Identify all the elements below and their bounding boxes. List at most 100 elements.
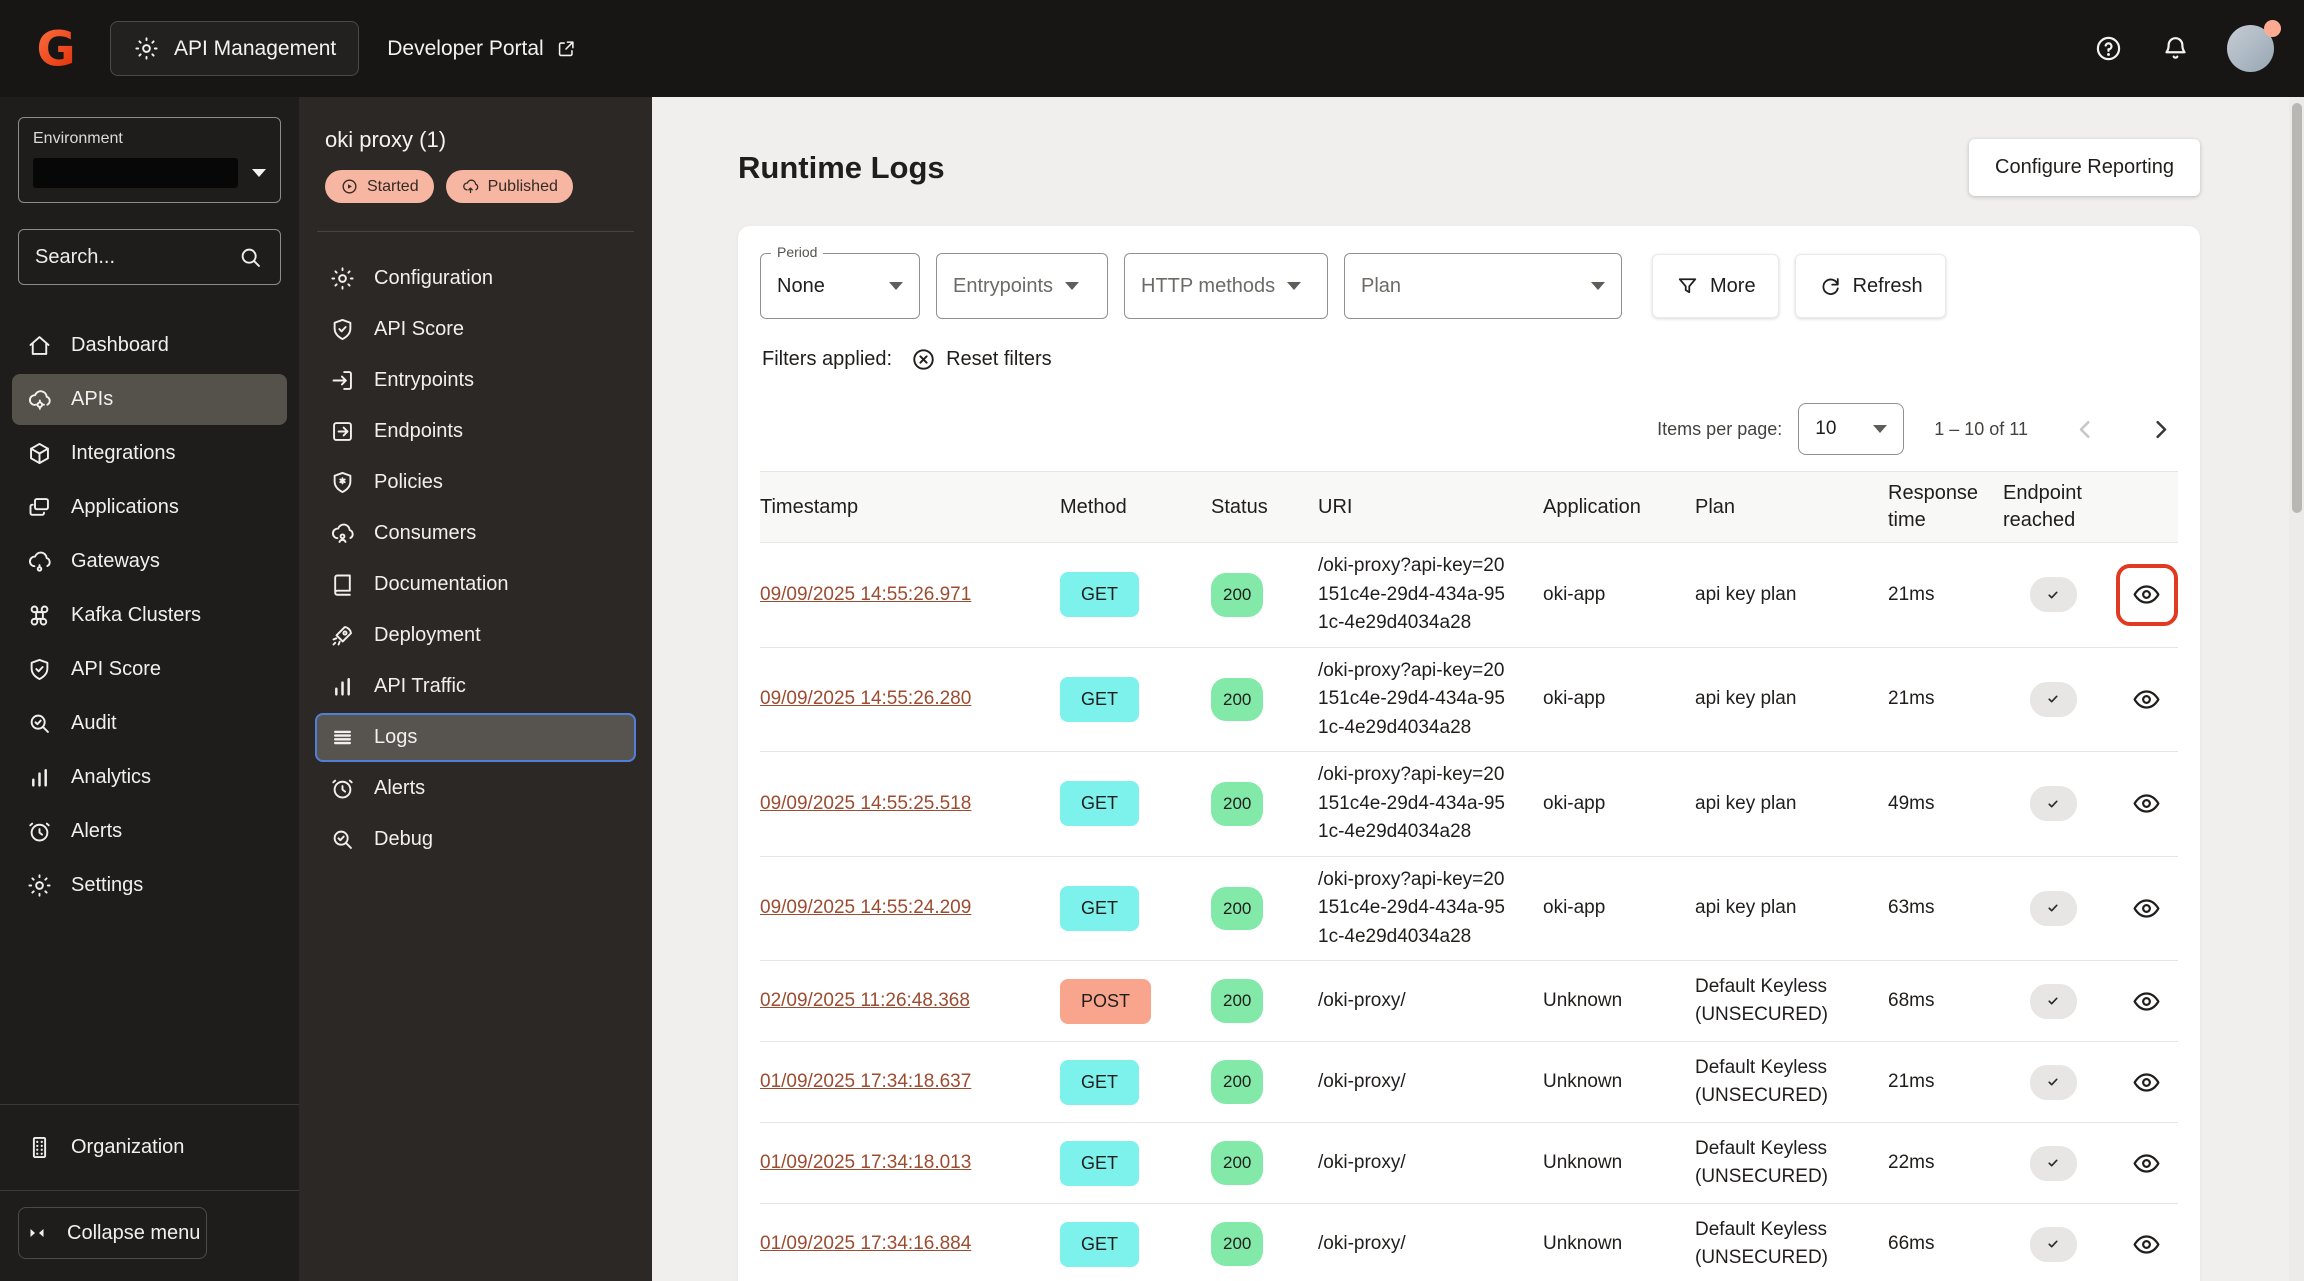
environment-select[interactable]: Environment xyxy=(18,117,281,203)
shield-star-icon xyxy=(329,469,356,496)
timestamp-link[interactable]: 01/09/2025 17:34:18.637 xyxy=(760,1071,971,1092)
check-icon xyxy=(2043,1153,2063,1173)
view-log-button[interactable] xyxy=(2116,1051,2178,1113)
sidebar-item[interactable]: API Score xyxy=(12,644,287,695)
more-filters-button[interactable]: More xyxy=(1652,254,1779,318)
sidebar-item[interactable]: Kafka Clusters xyxy=(12,590,287,641)
timestamp-link[interactable]: 09/09/2025 14:55:25.518 xyxy=(760,793,971,814)
main-content: Runtime Logs Configure Reporting Period … xyxy=(652,97,2304,1281)
http-methods-filter[interactable]: HTTP methods xyxy=(1124,253,1328,319)
uri-cell: /oki-proxy/ xyxy=(1318,1230,1523,1259)
avatar[interactable] xyxy=(2227,25,2274,72)
items-per-page-label: Items per page: xyxy=(1657,419,1782,440)
filter-bar: Period None Entrypoints HTTP methods Pla… xyxy=(760,253,2178,319)
check-icon xyxy=(2043,689,2063,709)
sidebar-item[interactable]: Gateways xyxy=(12,536,287,587)
api-management-label: API Management xyxy=(174,37,336,61)
column-header: URI xyxy=(1318,486,1543,529)
notifications-icon[interactable] xyxy=(2160,33,2191,64)
configure-reporting-button[interactable]: Configure Reporting xyxy=(1969,139,2200,196)
eye-icon xyxy=(2131,579,2162,610)
view-log-button[interactable] xyxy=(2116,668,2178,730)
api-menu-item[interactable]: API Score xyxy=(315,305,636,354)
chevron-down-icon xyxy=(252,169,266,177)
timestamp-link[interactable]: 09/09/2025 14:55:26.971 xyxy=(760,584,971,605)
timestamp-link[interactable]: 09/09/2025 14:55:24.209 xyxy=(760,897,971,918)
api-menu-item[interactable]: Deployment xyxy=(315,611,636,660)
reset-filters-button[interactable]: Reset filters xyxy=(910,346,1052,373)
sidebar-item-organization[interactable]: Organization xyxy=(12,1122,287,1173)
api-menu-item[interactable]: Alerts xyxy=(315,764,636,813)
api-menu-item-label: Configuration xyxy=(374,267,493,290)
response-time-cell: 66ms xyxy=(1888,1230,2003,1259)
view-log-button[interactable] xyxy=(2116,877,2178,939)
api-management-button[interactable]: API Management xyxy=(110,21,359,76)
endpoint-reached-check xyxy=(2030,577,2077,612)
scrollbar[interactable] xyxy=(2289,97,2304,1281)
api-menu-item[interactable]: Policies xyxy=(315,458,636,507)
endpoint-reached-check xyxy=(2030,1065,2077,1100)
previous-page-button[interactable] xyxy=(2072,416,2099,443)
sidebar-item-label: Applications xyxy=(71,496,179,519)
timestamp-link[interactable]: 01/09/2025 17:34:16.884 xyxy=(760,1233,971,1254)
sidebar-item[interactable]: Settings xyxy=(12,860,287,911)
api-menu-item[interactable]: Consumers xyxy=(315,509,636,558)
api-menu-item[interactable]: Endpoints xyxy=(315,407,636,456)
search-check-icon xyxy=(26,710,53,737)
application-cell: Unknown xyxy=(1543,1230,1695,1259)
status-code-badge: 200 xyxy=(1211,1060,1263,1104)
method-badge: GET xyxy=(1060,1141,1139,1186)
sidebar-item[interactable]: Alerts xyxy=(12,806,287,857)
view-log-button[interactable] xyxy=(2116,773,2178,835)
help-icon[interactable] xyxy=(2093,33,2124,64)
gravitee-logo[interactable]: G xyxy=(30,21,82,77)
sidebar-item[interactable]: Audit xyxy=(12,698,287,749)
api-menu-item[interactable]: Entrypoints xyxy=(315,356,636,405)
bar-chart-icon xyxy=(26,764,53,791)
gear-icon xyxy=(26,872,53,899)
chevron-down-icon xyxy=(1873,425,1887,433)
view-log-button[interactable] xyxy=(2116,564,2178,626)
scrollbar-thumb[interactable] xyxy=(2292,103,2302,513)
refresh-button[interactable]: Refresh xyxy=(1795,254,1946,318)
api-menu-item[interactable]: Documentation xyxy=(315,560,636,609)
developer-portal-link[interactable]: Developer Portal xyxy=(387,37,576,61)
external-link-icon xyxy=(555,38,577,60)
view-log-button[interactable] xyxy=(2116,1213,2178,1275)
api-menu-item[interactable]: Debug xyxy=(315,815,636,864)
sidebar-item[interactable]: Analytics xyxy=(12,752,287,803)
method-badge: GET xyxy=(1060,572,1139,617)
sidebar-item[interactable]: APIs xyxy=(12,374,287,425)
arrow-out-icon xyxy=(329,418,356,445)
eye-icon xyxy=(2131,893,2162,924)
entrypoints-filter[interactable]: Entrypoints xyxy=(936,253,1108,319)
collapse-menu-button[interactable]: Collapse menu xyxy=(18,1207,207,1259)
api-menu-item[interactable]: Configuration xyxy=(315,254,636,303)
period-filter[interactable]: Period None xyxy=(760,253,920,319)
api-menu-item[interactable]: Logs xyxy=(315,713,636,762)
timestamp-link[interactable]: 01/09/2025 17:34:18.013 xyxy=(760,1152,971,1173)
timestamp-link[interactable]: 09/09/2025 14:55:26.280 xyxy=(760,688,971,709)
sidebar-item-label: Audit xyxy=(71,712,117,735)
timestamp-link[interactable]: 02/09/2025 11:26:48.368 xyxy=(760,990,970,1011)
api-menu-item-label: Deployment xyxy=(374,624,481,647)
view-log-button[interactable] xyxy=(2116,1132,2178,1194)
plan-filter[interactable]: Plan xyxy=(1344,253,1622,319)
sidebar-item[interactable]: Applications xyxy=(12,482,287,533)
view-log-button[interactable] xyxy=(2116,970,2178,1032)
page-size-select[interactable]: 10 xyxy=(1798,403,1904,455)
plan-cell: Default Keyless (UNSECURED) xyxy=(1695,1054,1888,1111)
api-status-badges: Started Published xyxy=(325,170,626,203)
table-row: 09/09/2025 14:55:24.209 GET 200 /oki-pro… xyxy=(760,857,2178,962)
sidebar-item[interactable]: Dashboard xyxy=(12,320,287,371)
pagination-bar: Items per page: 10 1 – 10 of 11 xyxy=(760,403,2178,455)
collapse-menu-label: Collapse menu xyxy=(67,1222,200,1245)
next-page-button[interactable] xyxy=(2147,416,2174,443)
shield-check-icon xyxy=(329,316,356,343)
sidebar-item-label: Gateways xyxy=(71,550,160,573)
home-icon xyxy=(26,332,53,359)
sidebar-item[interactable]: Integrations xyxy=(12,428,287,479)
api-menu-item[interactable]: API Traffic xyxy=(315,662,636,711)
status-code-badge: 200 xyxy=(1211,1141,1263,1185)
search-input[interactable]: Search... xyxy=(18,229,281,285)
